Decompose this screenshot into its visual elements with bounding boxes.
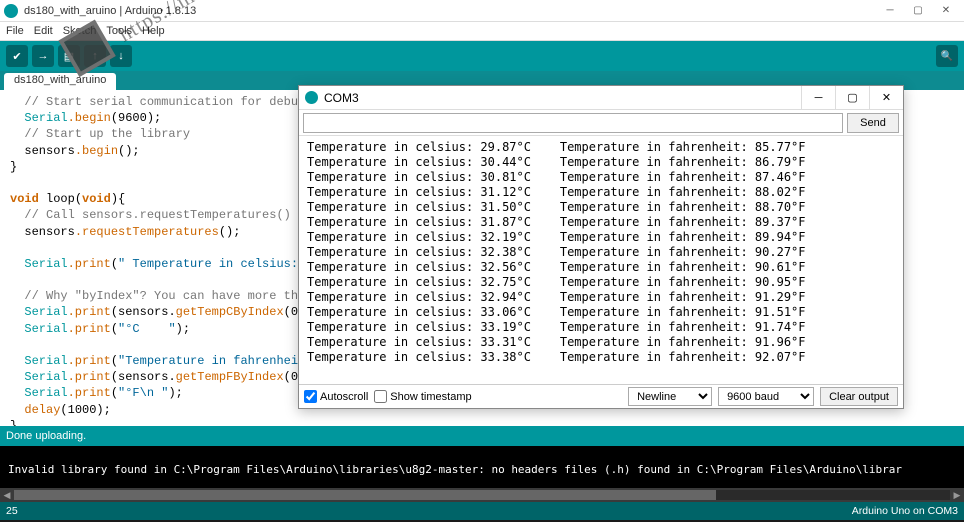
console-output: Invalid library found in C:\Program File…	[0, 446, 964, 488]
new-button[interactable]: ▤	[58, 45, 80, 67]
serial-titlebar[interactable]: COM3 ─ ▢ ✕	[299, 86, 903, 110]
status-strip: Done uploading.	[0, 426, 964, 446]
menu-help[interactable]: Help	[142, 25, 165, 37]
maximize-button[interactable]: ▢	[904, 1, 932, 21]
close-button[interactable]: ✕	[932, 1, 960, 21]
scroll-left-icon[interactable]: ◀	[0, 488, 14, 502]
main-titlebar: ds180_with_aruino | Arduino 1.8.13 ─ ▢ ✕	[0, 0, 964, 22]
serial-output[interactable]: Temperature in celsius: 29.87°C Temperat…	[299, 136, 903, 384]
status-text: Done uploading.	[6, 430, 86, 442]
board-port: Arduino Uno on COM3	[852, 505, 958, 517]
toolbar: ✔ → ▤ ↑ ↓ 🔍	[0, 41, 964, 71]
window-title: ds180_with_aruino | Arduino 1.8.13	[24, 5, 876, 17]
footer-bar: 25 Arduino Uno on COM3	[0, 502, 964, 520]
serial-monitor-window: COM3 ─ ▢ ✕ Send Temperature in celsius: …	[298, 85, 904, 409]
baud-select[interactable]: 9600 baud	[718, 387, 814, 406]
menu-sketch[interactable]: Sketch	[63, 25, 97, 37]
menu-edit[interactable]: Edit	[34, 25, 53, 37]
timestamp-checkbox[interactable]: Show timestamp	[374, 390, 471, 403]
arduino-icon	[4, 4, 18, 18]
menu-file[interactable]: File	[6, 25, 24, 37]
autoscroll-checkbox[interactable]: Autoscroll	[304, 390, 368, 403]
menu-tools[interactable]: Tools	[106, 25, 132, 37]
save-button[interactable]: ↓	[110, 45, 132, 67]
send-button[interactable]: Send	[847, 113, 899, 133]
console-line: Invalid library found in C:\Program File…	[8, 463, 902, 476]
scrollbar-thumb[interactable]	[14, 490, 716, 500]
serial-input[interactable]	[303, 113, 843, 133]
serial-title: COM3	[324, 91, 801, 105]
serial-close-button[interactable]: ✕	[869, 86, 903, 109]
scroll-right-icon[interactable]: ▶	[950, 488, 964, 502]
line-ending-select[interactable]: Newline	[628, 387, 712, 406]
serial-maximize-button[interactable]: ▢	[835, 86, 869, 109]
verify-button[interactable]: ✔	[6, 45, 28, 67]
open-button[interactable]: ↑	[84, 45, 106, 67]
upload-button[interactable]: →	[32, 45, 54, 67]
serial-minimize-button[interactable]: ─	[801, 86, 835, 109]
arduino-icon	[305, 91, 318, 104]
menu-bar: File Edit Sketch Tools Help	[0, 22, 964, 41]
serial-monitor-button[interactable]: 🔍	[936, 45, 958, 67]
console-scrollbar[interactable]: ◀ ▶	[0, 488, 964, 502]
clear-output-button[interactable]: Clear output	[820, 387, 898, 406]
line-number: 25	[6, 505, 852, 517]
minimize-button[interactable]: ─	[876, 1, 904, 21]
sketch-tab[interactable]: ds180_with_aruino	[4, 73, 116, 90]
